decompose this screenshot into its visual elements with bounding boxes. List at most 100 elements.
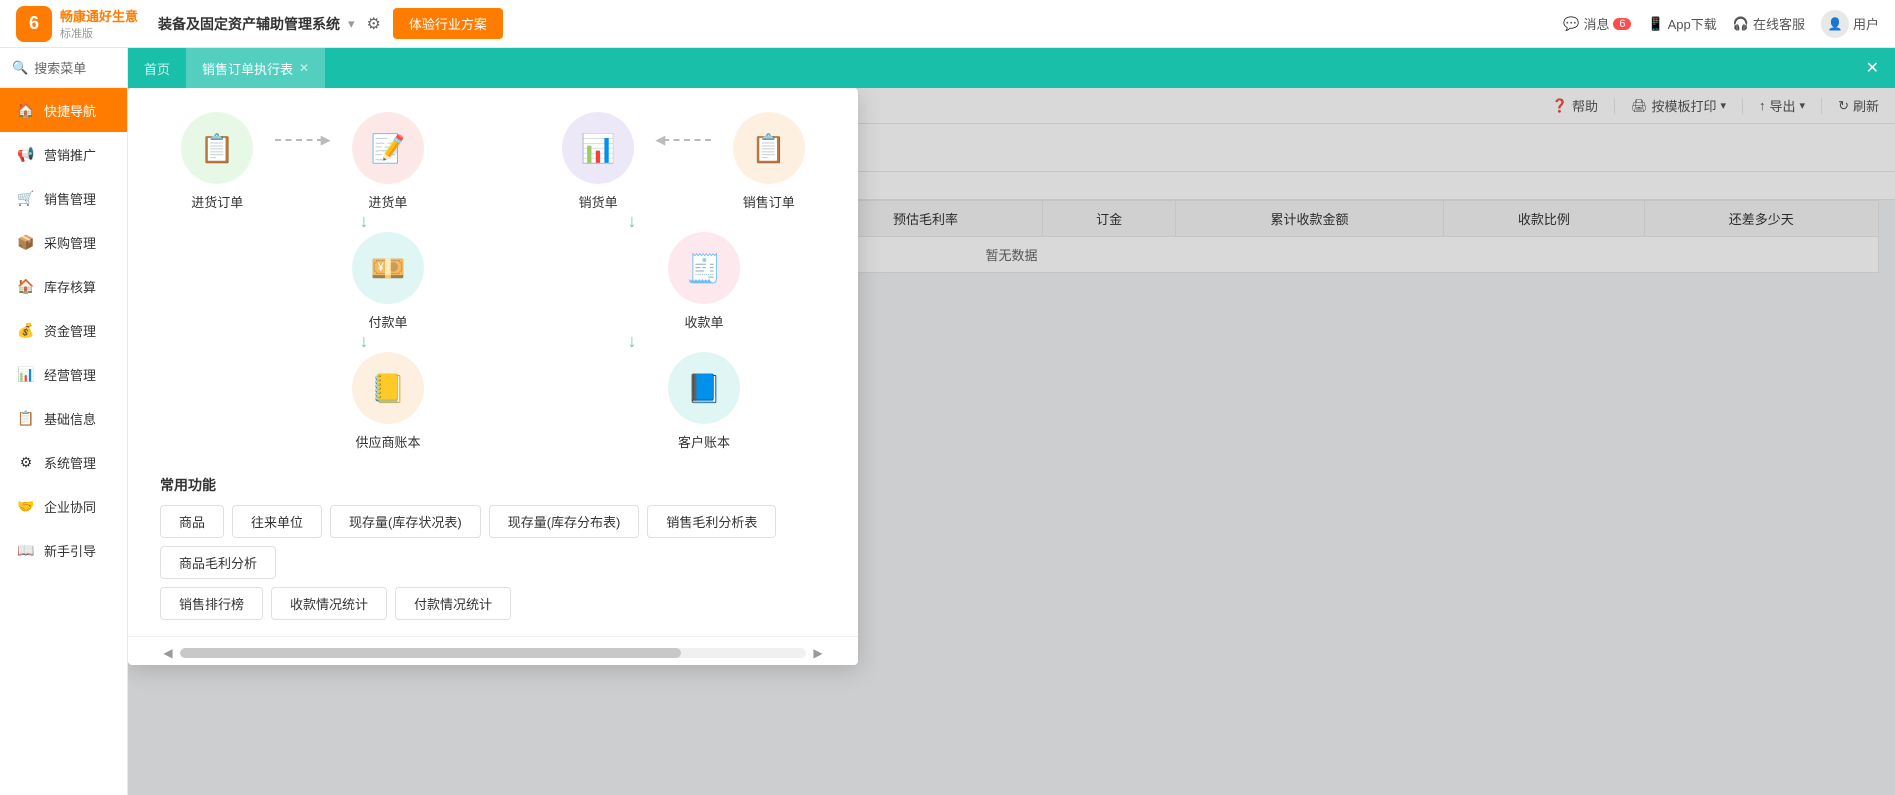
down-arrow-1: ↓ xyxy=(328,211,400,232)
quick-nav-icon: 🏠 xyxy=(16,100,36,120)
sidebar: 🔍 搜索菜单 🏠 快捷导航 📢 营销推广 🛒 销售管理 📦 采购管理 🏠 xyxy=(0,48,128,795)
flow-row-5: 📒 供应商账本 📘 客户账本 xyxy=(280,352,826,451)
main-area: 🔍 搜索菜单 🏠 快捷导航 📢 营销推广 🛒 销售管理 📦 采购管理 🏠 xyxy=(0,48,1895,795)
gear-icon[interactable]: ⚙ xyxy=(367,14,381,34)
sidebar-item-label: 销售管理 xyxy=(44,189,96,208)
common-btn-partner[interactable]: 往来单位 xyxy=(232,505,322,538)
sidebar-item-label: 营销推广 xyxy=(44,145,96,164)
sales-bill-circle: 📊 xyxy=(562,112,634,184)
spacer2 xyxy=(400,211,596,232)
customer-ledger-label: 客户账本 xyxy=(678,432,730,451)
scroll-left-btn[interactable]: ◀ xyxy=(160,645,176,661)
common-section: 常用功能 商品 往来单位 现存量(库存状况表) 现存量(库存分布表) 销售毛利分… xyxy=(128,467,858,636)
flow-item-sales-bill[interactable]: 📊 销货单 xyxy=(541,112,656,211)
receipt-icon: 🧾 xyxy=(687,252,722,285)
flow-item-sales-order[interactable]: 📋 销售订单 xyxy=(711,112,826,211)
sidebar-item-operation[interactable]: 📊 经营管理 xyxy=(0,352,127,396)
flow-item-supplier-ledger[interactable]: 📒 供应商账本 xyxy=(328,352,448,451)
arrow-right-icon: ▶ xyxy=(321,132,331,148)
headset-icon: 🎧 xyxy=(1733,16,1749,32)
message-btn[interactable]: 💬 消息 6 xyxy=(1563,14,1631,33)
close-all-tabs[interactable]: ✕ xyxy=(1866,58,1879,78)
common-btns-row2: 销售排行榜 收款情况统计 付款情况统计 xyxy=(160,587,826,620)
system-icon: ⚙ xyxy=(16,452,36,472)
common-btn-stock-dist[interactable]: 现存量(库存分布表) xyxy=(489,505,640,538)
message-badge: 6 xyxy=(1613,18,1631,30)
purchase-order-circle: 📋 xyxy=(181,112,253,184)
app-wrapper: 6 畅康通好生意 标准版 装备及固定资产辅助管理系统 ▾ ⚙ 体验行业方案 💬 … xyxy=(0,0,1895,795)
common-btn-payment-stats[interactable]: 付款情况统计 xyxy=(395,587,511,620)
online-service-btn[interactable]: 🎧 在线客服 xyxy=(1733,14,1805,33)
marketing-icon: 📢 xyxy=(16,144,36,164)
dropdown-icon[interactable]: ▾ xyxy=(348,16,355,32)
flow-item-receipt[interactable]: 🧾 收款单 xyxy=(644,232,764,331)
scroll-right-btn[interactable]: ▶ xyxy=(810,645,826,661)
flow-row-2: ↓ ↓ xyxy=(328,211,826,232)
common-btn-product-profit[interactable]: 商品毛利分析 xyxy=(160,546,276,579)
spacer4 xyxy=(400,331,596,352)
sidebar-item-label: 库存核算 xyxy=(44,277,96,296)
purchase-bill-icon: 📝 xyxy=(371,132,406,165)
sidebar-item-finance[interactable]: 💰 资金管理 xyxy=(0,308,127,352)
down-arrow-3-icon: ↓ xyxy=(360,331,369,352)
down-arrow-4: ↓ xyxy=(596,331,668,352)
app-download-btn[interactable]: 📱 App下载 xyxy=(1647,14,1716,33)
down-arrow-4-icon: ↓ xyxy=(628,331,637,352)
scroll-track[interactable] xyxy=(180,648,806,658)
flow-row-1: 📋 进货订单 ▶ xyxy=(160,112,826,211)
popup-scroll: ◀ ▶ xyxy=(128,636,858,665)
sidebar-item-system[interactable]: ⚙ 系统管理 xyxy=(0,440,127,484)
sidebar-item-label: 快捷导航 xyxy=(44,101,96,120)
sidebar-item-label: 经营管理 xyxy=(44,365,96,384)
common-btn-sales-profit[interactable]: 销售毛利分析表 xyxy=(647,505,776,538)
sidebar-item-label: 采购管理 xyxy=(44,233,96,252)
sidebar-item-guide[interactable]: 📖 新手引导 xyxy=(0,528,127,572)
sidebar-item-label: 基础信息 xyxy=(44,409,96,428)
avatar: 👤 xyxy=(1821,10,1849,38)
flow-item-purchase-bill[interactable]: 📝 进货单 xyxy=(331,112,446,211)
popup-overlay: 📋 进货订单 ▶ xyxy=(128,88,1895,795)
tab-sales-exec[interactable]: 销售订单执行表 ✕ xyxy=(186,48,325,88)
tab-close-icon[interactable]: ✕ xyxy=(299,61,309,75)
customer-ledger-icon: 📘 xyxy=(687,372,722,405)
trial-button[interactable]: 体验行业方案 xyxy=(393,8,503,39)
supplier-ledger-icon: 📒 xyxy=(371,372,406,405)
tab-home[interactable]: 首页 xyxy=(128,48,186,88)
guide-icon: 📖 xyxy=(16,540,36,560)
common-btn-sales-rank[interactable]: 销售排行榜 xyxy=(160,587,263,620)
logo-subtitle: 标准版 xyxy=(60,25,138,41)
sidebar-item-purchase[interactable]: 📦 采购管理 xyxy=(0,220,127,264)
flow-item-customer-ledger[interactable]: 📘 客户账本 xyxy=(644,352,764,451)
sidebar-item-inventory[interactable]: 🏠 库存核算 xyxy=(0,264,127,308)
purchase-order-label: 进货订单 xyxy=(191,192,243,211)
common-btn-stock-status[interactable]: 现存量(库存状况表) xyxy=(330,505,481,538)
common-btn-receipt-stats[interactable]: 收款情况统计 xyxy=(271,587,387,620)
common-btn-product[interactable]: 商品 xyxy=(160,505,224,538)
sidebar-item-label: 新手引导 xyxy=(44,541,96,560)
purchase-icon: 📦 xyxy=(16,232,36,252)
sidebar-item-basic[interactable]: 📋 基础信息 xyxy=(0,396,127,440)
flow-row-3: 💴 付款单 🧾 xyxy=(280,232,826,331)
tab-sales-label: 销售订单执行表 xyxy=(202,59,293,78)
sales-icon: 🛒 xyxy=(16,188,36,208)
scroll-thumb xyxy=(180,648,681,658)
sidebar-item-label: 资金管理 xyxy=(44,321,96,340)
sales-bill-icon: 📊 xyxy=(581,132,616,165)
tab-bar: 首页 销售订单执行表 ✕ ✕ xyxy=(128,48,1895,88)
purchase-bill-circle: 📝 xyxy=(352,112,424,184)
sidebar-item-collab[interactable]: 🤝 企业协同 xyxy=(0,484,127,528)
message-label: 消息 xyxy=(1583,14,1609,33)
sidebar-item-quick-nav[interactable]: 🏠 快捷导航 xyxy=(0,88,127,132)
sidebar-search[interactable]: 🔍 搜索菜单 xyxy=(0,48,127,88)
flow-row5-spacer xyxy=(280,352,328,451)
sidebar-item-sales[interactable]: 🛒 销售管理 xyxy=(0,176,127,220)
content-area: 首页 销售订单执行表 ✕ ✕ ❓ 帮助 xyxy=(128,48,1895,795)
flow-item-purchase-order[interactable]: 📋 进货订单 xyxy=(160,112,275,211)
arrow-salesorder-to-salesbill: ◀ xyxy=(655,112,711,168)
common-title: 常用功能 xyxy=(160,475,826,495)
sidebar-item-marketing[interactable]: 📢 营销推广 xyxy=(0,132,127,176)
page-content: ❓ 帮助 🖨 按模板打印 ▾ ↑ 导出 ▾ xyxy=(128,88,1895,795)
common-btns: 商品 往来单位 现存量(库存状况表) 现存量(库存分布表) 销售毛利分析表 商品… xyxy=(160,505,826,579)
flow-item-payment[interactable]: 💴 付款单 xyxy=(328,232,448,331)
user-btn[interactable]: 👤 用户 xyxy=(1821,10,1879,38)
